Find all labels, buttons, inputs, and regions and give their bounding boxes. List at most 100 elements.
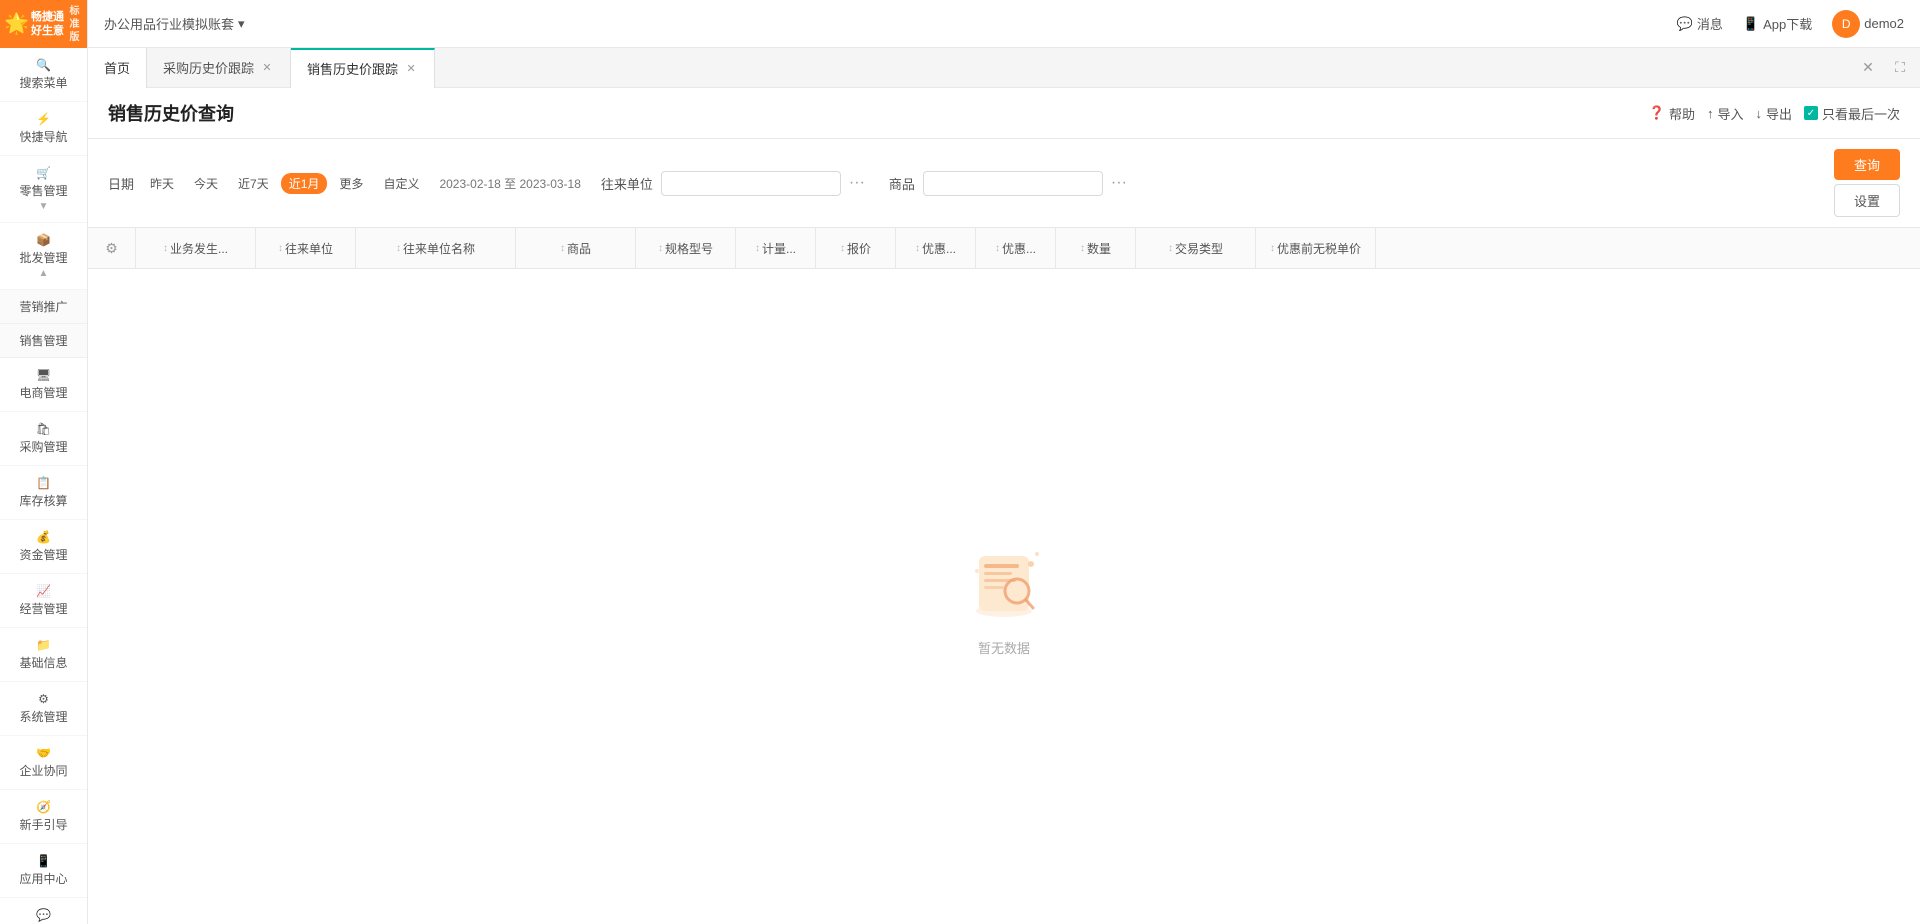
col-header-spec[interactable]: ↕ 规格型号 xyxy=(636,228,736,268)
col-label-discount1: 优惠... xyxy=(922,240,956,257)
sort-icon-trade-type: ↕ xyxy=(1168,243,1173,254)
tab-sales-history[interactable]: 销售历史价跟踪 ✕ xyxy=(291,48,435,88)
date-option-custom[interactable]: 自定义 xyxy=(375,173,427,194)
sidebar-item-system[interactable]: ⚙ 系统管理 xyxy=(0,682,87,736)
search-icon: 🔍 xyxy=(36,58,51,72)
sidebar-item-search[interactable]: 🔍 搜索菜单 xyxy=(0,48,87,102)
logo-sub: 标准版 xyxy=(66,5,83,44)
sidebar-item-label: 零售管理 xyxy=(19,182,67,199)
col-header-unit[interactable]: ↕ 计量... xyxy=(736,228,816,268)
retail-icon: 🛒 xyxy=(36,166,51,180)
col-header-qty[interactable]: ↕ 数量 xyxy=(1056,228,1136,268)
sidebar-item-label: 快捷导航 xyxy=(19,128,67,145)
sidebar-item-label: 系统管理 xyxy=(19,708,67,725)
goods-filter-group: 商品 ··· xyxy=(889,171,1131,196)
sort-icon-partner: ↕ xyxy=(278,243,283,254)
app-download-button[interactable]: 📱 App下载 xyxy=(1743,14,1812,33)
operation-icon: 📈 xyxy=(36,584,51,598)
inventory-icon: 📋 xyxy=(36,476,51,490)
filter-row: 日期 昨天 今天 近7天 近1月 更多 自定义 2023-02-18 至 202… xyxy=(88,139,1920,228)
col-header-partner-name[interactable]: ↕ 往来单位名称 xyxy=(356,228,516,268)
goods-label: 商品 xyxy=(889,174,915,193)
col-label-qty: 数量 xyxy=(1087,240,1111,257)
date-option-more[interactable]: 更多 xyxy=(331,173,371,194)
sidebar-item-ecommerce[interactable]: 🖥 电商管理 xyxy=(0,358,87,412)
workspace-selector[interactable]: 办公用品行业模拟账套 ▾ xyxy=(104,14,245,33)
message-button[interactable]: 💬 消息 xyxy=(1677,14,1723,33)
date-option-today[interactable]: 今天 xyxy=(186,173,226,194)
col-label-trade-type: 交易类型 xyxy=(1175,240,1223,257)
col-header-goods[interactable]: ↕ 商品 xyxy=(516,228,636,268)
topbar-right: 💬 消息 📱 App下载 D demo2 xyxy=(1677,10,1904,38)
col-header-trade-type[interactable]: ↕ 交易类型 xyxy=(1136,228,1256,268)
page-title-row: 销售历史价查询 ❓ 帮助 ↑ 导入 ↓ 导出 ✓ xyxy=(108,100,1900,126)
sidebar-item-shortcut[interactable]: ⚡ 快捷导航 xyxy=(0,102,87,156)
sidebar-item-label: 新手引导 xyxy=(19,816,67,833)
goods-input[interactable] xyxy=(923,171,1103,196)
partner-input-group: ··· xyxy=(661,171,869,196)
user-profile[interactable]: D demo2 xyxy=(1832,10,1904,38)
sidebar-item-basic[interactable]: 📁 基础信息 xyxy=(0,628,87,682)
sidebar-item-enterprise[interactable]: 🤝 企业协同 xyxy=(0,736,87,790)
ecommerce-icon: 🖥 xyxy=(36,368,51,382)
sidebar-item-label: 批发管理 xyxy=(19,249,67,266)
basic-icon: 📁 xyxy=(36,638,51,652)
date-option-last1m[interactable]: 近1月 xyxy=(281,173,328,194)
col-header-business-date[interactable]: ↕ 业务发生... xyxy=(136,228,256,268)
help-button[interactable]: ❓ 帮助 xyxy=(1649,104,1695,123)
sidebar-item-operation[interactable]: 📈 经营管理 xyxy=(0,574,87,628)
sidebar-item-purchase[interactable]: 🛍 采购管理 xyxy=(0,412,87,466)
page-actions: ❓ 帮助 ↑ 导入 ↓ 导出 ✓ 只看最后一次 xyxy=(1649,104,1900,123)
fullscreen-button[interactable]: ⛶ xyxy=(1888,56,1912,80)
col-header-partner[interactable]: ↕ 往来单位 xyxy=(256,228,356,268)
table-settings-icon[interactable]: ⚙ xyxy=(88,228,136,268)
empty-text: 暂无数据 xyxy=(978,638,1030,657)
tab-purchase-history-close[interactable]: ✕ xyxy=(260,61,274,75)
app-download-label: App下载 xyxy=(1763,14,1812,33)
sidebar-logo: 🌟 畅捷通好生意 标准版 xyxy=(0,0,87,48)
sidebar-item-retail[interactable]: 🛒 零售管理 ▼ xyxy=(0,156,87,223)
import-button[interactable]: ↑ 导入 xyxy=(1707,104,1744,123)
chevron-up-icon: ▲ xyxy=(39,268,49,279)
content-area: 销售历史价查询 ❓ 帮助 ↑ 导入 ↓ 导出 ✓ xyxy=(88,88,1920,924)
sort-icon-unit: ↕ xyxy=(755,243,760,254)
close-tab-button[interactable]: ✕ xyxy=(1856,56,1880,80)
system-icon: ⚙ xyxy=(38,692,49,706)
sidebar-item-sales[interactable]: 销售管理 xyxy=(0,324,87,358)
sidebar-item-marketing[interactable]: 营销推广 xyxy=(0,290,87,324)
tab-home[interactable]: 首页 xyxy=(88,48,147,88)
col-label-goods: 商品 xyxy=(567,240,591,257)
partner-input[interactable] xyxy=(661,171,841,196)
query-button[interactable]: 查询 xyxy=(1834,149,1900,180)
col-header-discount1[interactable]: ↕ 优惠... xyxy=(896,228,976,268)
checkbox-icon: ✓ xyxy=(1804,106,1818,120)
partner-dots[interactable]: ··· xyxy=(845,174,869,192)
col-header-pretax-price[interactable]: ↕ 优惠前无税单价 xyxy=(1256,228,1376,268)
sidebar-item-wholesale[interactable]: 📦 批发管理 ▲ xyxy=(0,223,87,290)
sidebar-item-finance[interactable]: 💰 资金管理 xyxy=(0,520,87,574)
main-area: 办公用品行业模拟账套 ▾ 💬 消息 📱 App下载 D demo2 首页 采购历… xyxy=(88,0,1920,924)
sidebar-item-label: 经营管理 xyxy=(19,600,67,617)
tab-sales-history-label: 销售历史价跟踪 xyxy=(307,59,398,78)
only-last-checkbox[interactable]: ✓ 只看最后一次 xyxy=(1804,104,1900,123)
sidebar: 🌟 畅捷通好生意 标准版 🔍 搜索菜单 ⚡ 快捷导航 🛒 零售管理 ▼ 📦 批发… xyxy=(0,0,88,924)
download-icon: 📱 xyxy=(1743,16,1759,32)
date-option-yesterday[interactable]: 昨天 xyxy=(142,173,182,194)
col-header-discount2[interactable]: ↕ 优惠... xyxy=(976,228,1056,268)
sidebar-item-guide[interactable]: 🧭 新手引导 xyxy=(0,790,87,844)
sidebar-item-inventory[interactable]: 📋 库存核算 xyxy=(0,466,87,520)
export-label: 导出 xyxy=(1766,104,1792,123)
date-option-last7[interactable]: 近7天 xyxy=(230,173,277,194)
sidebar-item-wechat[interactable]: 💬 企业微信 xyxy=(0,898,87,924)
topbar: 办公用品行业模拟账套 ▾ 💬 消息 📱 App下载 D demo2 xyxy=(88,0,1920,48)
import-label: 导入 xyxy=(1717,104,1743,123)
tab-purchase-history[interactable]: 采购历史价跟踪 ✕ xyxy=(147,48,291,88)
export-icon: ↓ xyxy=(1755,106,1762,121)
export-button[interactable]: ↓ 导出 xyxy=(1755,104,1792,123)
sidebar-item-app[interactable]: 📱 应用中心 xyxy=(0,844,87,898)
col-header-price[interactable]: ↕ 报价 xyxy=(816,228,896,268)
sidebar-item-label: 电商管理 xyxy=(19,384,67,401)
goods-dots[interactable]: ··· xyxy=(1107,174,1131,192)
tab-sales-history-close[interactable]: ✕ xyxy=(404,62,418,76)
settings-button[interactable]: 设置 xyxy=(1834,184,1900,217)
